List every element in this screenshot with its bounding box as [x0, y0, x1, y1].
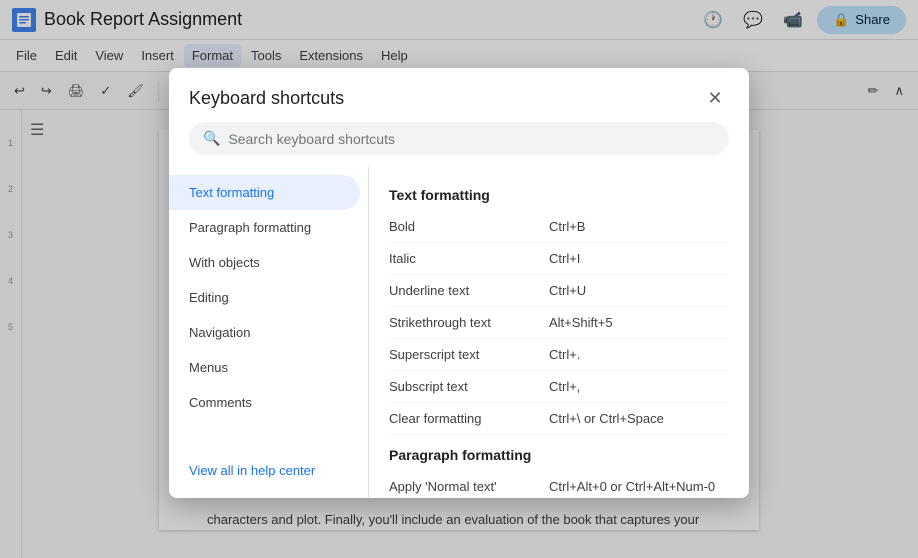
sidebar-item-menus[interactable]: Menus: [169, 350, 360, 385]
shortcut-keys-bold: Ctrl+B: [549, 219, 729, 234]
sidebar-item-comments[interactable]: Comments: [169, 385, 360, 420]
modal-sidebar: Text formatting Paragraph formatting Wit…: [169, 167, 369, 498]
search-input[interactable]: [228, 131, 715, 147]
modal-content: Text formatting Bold Ctrl+B Italic Ctrl+…: [369, 167, 749, 498]
sidebar-items: Text formatting Paragraph formatting Wit…: [169, 175, 368, 420]
sidebar-item-editing[interactable]: Editing: [169, 280, 360, 315]
shortcut-keys-clear-formatting: Ctrl+\ or Ctrl+Space: [549, 411, 729, 426]
shortcut-bold: Bold Ctrl+B: [389, 211, 729, 243]
modal-header: Keyboard shortcuts ✕: [169, 68, 749, 122]
shortcut-normal-text: Apply 'Normal text' Ctrl+Alt+0 or Ctrl+A…: [389, 471, 729, 498]
sidebar-footer: View all in help center: [169, 451, 368, 490]
sidebar-item-paragraph-formatting[interactable]: Paragraph formatting: [169, 210, 360, 245]
search-bar: 🔍: [169, 122, 749, 167]
modal-title: Keyboard shortcuts: [189, 88, 344, 109]
shortcut-keys-subscript: Ctrl+,: [549, 379, 729, 394]
shortcut-name-italic: Italic: [389, 251, 549, 266]
shortcut-subscript: Subscript text Ctrl+,: [389, 371, 729, 403]
shortcut-name-subscript: Subscript text: [389, 379, 549, 394]
shortcut-italic: Italic Ctrl+I: [389, 243, 729, 275]
keyboard-shortcuts-modal: Keyboard shortcuts ✕ 🔍 Text formatting P…: [169, 68, 749, 498]
close-icon: ✕: [707, 88, 722, 109]
shortcut-keys-normal-text: Ctrl+Alt+0 or Ctrl+Alt+Num-0: [549, 479, 729, 494]
sidebar-item-with-objects[interactable]: With objects: [169, 245, 360, 280]
shortcut-keys-underline: Ctrl+U: [549, 283, 729, 298]
shortcut-name-strikethrough: Strikethrough text: [389, 315, 549, 330]
shortcut-name-normal-text: Apply 'Normal text': [389, 479, 549, 494]
shortcut-keys-superscript: Ctrl+.: [549, 347, 729, 362]
shortcut-name-clear-formatting: Clear formatting: [389, 411, 549, 426]
sidebar-item-navigation[interactable]: Navigation: [169, 315, 360, 350]
shortcut-name-underline: Underline text: [389, 283, 549, 298]
search-input-wrap: 🔍: [189, 122, 729, 155]
shortcut-name-bold: Bold: [389, 219, 549, 234]
shortcut-name-superscript: Superscript text: [389, 347, 549, 362]
sidebar-item-text-formatting[interactable]: Text formatting: [169, 175, 360, 210]
section-title-paragraph-formatting: Paragraph formatting: [389, 435, 729, 471]
shortcut-underline: Underline text Ctrl+U: [389, 275, 729, 307]
modal-close-button[interactable]: ✕: [701, 84, 729, 112]
view-all-link[interactable]: View all in help center: [189, 463, 315, 478]
search-icon: 🔍: [203, 130, 220, 147]
shortcut-clear-formatting: Clear formatting Ctrl+\ or Ctrl+Space: [389, 403, 729, 435]
shortcut-strikethrough: Strikethrough text Alt+Shift+5: [389, 307, 729, 339]
section-title-text-formatting: Text formatting: [389, 175, 729, 211]
shortcut-keys-strikethrough: Alt+Shift+5: [549, 315, 729, 330]
shortcut-keys-italic: Ctrl+I: [549, 251, 729, 266]
modal-body: Text formatting Paragraph formatting Wit…: [169, 167, 749, 498]
shortcut-superscript: Superscript text Ctrl+.: [389, 339, 729, 371]
modal-overlay: Keyboard shortcuts ✕ 🔍 Text formatting P…: [0, 0, 918, 558]
